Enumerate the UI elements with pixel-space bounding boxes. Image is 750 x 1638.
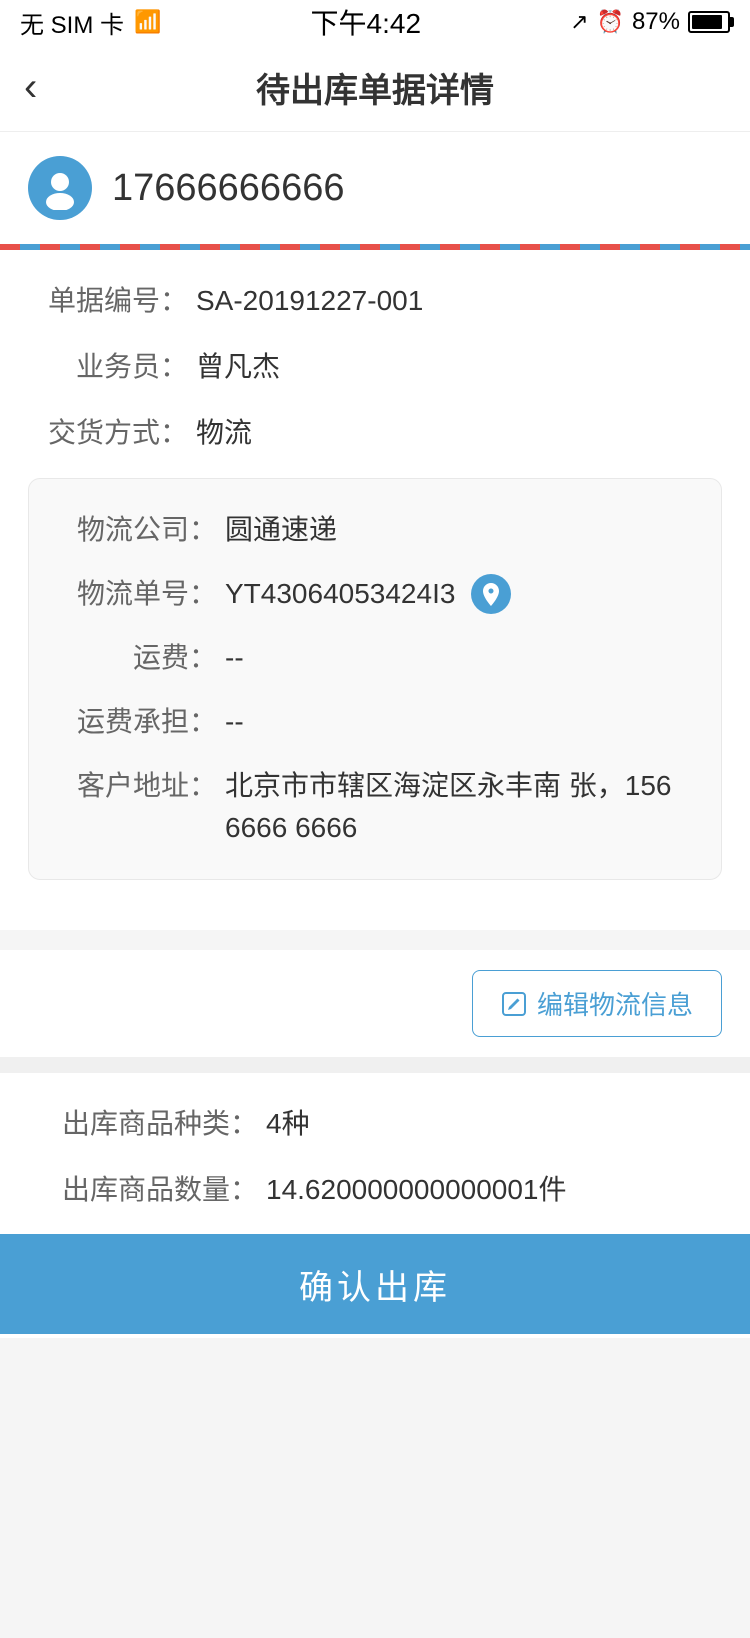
- delivery-method-row: 交货方式： 物流: [28, 412, 722, 454]
- goods-type-label: 出库商品种类：: [28, 1103, 258, 1145]
- address-value: 北京市市辖区海淀区永丰南 张，156 6666 6666: [217, 765, 693, 849]
- freight-bearer-label: 运费承担：: [57, 701, 217, 743]
- goods-quantity-label: 出库商品数量：: [28, 1169, 258, 1211]
- address-row: 客户地址： 北京市市辖区海淀区永丰南 张，156 6666 6666: [57, 765, 693, 849]
- tracking-number-row: 物流单号： YT43064053424I3: [57, 573, 693, 615]
- tracking-value: YT43064053424I3: [225, 573, 455, 615]
- carrier-text: 无 SIM 卡: [20, 5, 124, 40]
- goods-quantity-row: 出库商品数量： 14.620000000000001件: [28, 1169, 722, 1211]
- goods-type-row: 出库商品种类： 4种: [28, 1103, 722, 1145]
- user-avatar-icon: [38, 166, 82, 210]
- wifi-icon: 📶: [134, 9, 161, 35]
- basic-info-section: 单据编号： SA-20191227-001 业务员： 曾凡杰 交货方式： 物流 …: [0, 250, 750, 930]
- page-title: 待出库单据详情: [256, 63, 494, 112]
- content-area: 17666666666 单据编号： SA-20191227-001 业务员： 曾…: [0, 132, 750, 1638]
- tracking-number-label: 物流单号：: [57, 573, 217, 615]
- status-bar: 无 SIM 卡 📶 下午4:42 ↗ ⏰ 87%: [0, 0, 750, 44]
- avatar: [28, 156, 92, 220]
- logistics-card: 物流公司： 圆通速递 物流单号： YT43064053424I3: [28, 478, 722, 880]
- status-time: 下午4:42: [311, 2, 422, 42]
- goods-quantity-value: 14.620000000000001件: [258, 1169, 722, 1211]
- salesperson-value: 曾凡杰: [188, 346, 722, 388]
- customer-card: 17666666666: [0, 132, 750, 244]
- location-status-icon: ↗: [570, 9, 588, 35]
- battery-text: 87%: [632, 8, 680, 36]
- goods-section: 出库商品种类： 4种 出库商品数量： 14.620000000000001件: [0, 1073, 750, 1231]
- freight-label: 运费：: [57, 637, 217, 679]
- salesperson-row: 业务员： 曾凡杰: [28, 346, 722, 388]
- location-pin-icon[interactable]: [471, 574, 511, 614]
- doc-number-value: SA-20191227-001: [188, 280, 722, 322]
- confirm-bar[interactable]: 确认出库: [0, 1234, 750, 1334]
- battery-icon: [688, 11, 730, 33]
- doc-number-row: 单据编号： SA-20191227-001: [28, 280, 722, 322]
- delivery-method-label: 交货方式：: [28, 412, 188, 454]
- freight-value: --: [217, 637, 693, 679]
- logistics-company-row: 物流公司： 圆通速递: [57, 509, 693, 551]
- bottom-spacer: [0, 1338, 750, 1518]
- freight-bearer-value: --: [217, 701, 693, 743]
- salesperson-label: 业务员：: [28, 346, 188, 388]
- edit-icon: [501, 991, 527, 1017]
- freight-row: 运费： --: [57, 637, 693, 679]
- status-right: ↗ ⏰ 87%: [570, 8, 730, 36]
- edit-btn-row: 编辑物流信息: [0, 950, 750, 1057]
- logistics-company-value: 圆通速递: [217, 509, 693, 551]
- back-button[interactable]: ‹: [24, 65, 37, 110]
- nav-bar: ‹ 待出库单据详情: [0, 44, 750, 132]
- goods-type-value: 4种: [258, 1103, 722, 1145]
- edit-logistics-label: 编辑物流信息: [537, 985, 693, 1022]
- section-divider: [0, 1057, 750, 1073]
- customer-phone: 17666666666: [112, 167, 344, 210]
- freight-bearer-row: 运费承担： --: [57, 701, 693, 743]
- status-left: 无 SIM 卡 📶: [20, 5, 161, 40]
- doc-number-label: 单据编号：: [28, 280, 188, 322]
- confirm-button-label: 确认出库: [299, 1260, 451, 1309]
- edit-logistics-button[interactable]: 编辑物流信息: [472, 970, 722, 1037]
- tracking-number-value: YT43064053424I3: [217, 573, 693, 615]
- delivery-method-value: 物流: [188, 412, 722, 454]
- clock-icon: ⏰: [597, 9, 624, 35]
- logistics-company-label: 物流公司：: [57, 509, 217, 551]
- tracking-row: YT43064053424I3: [225, 573, 693, 615]
- address-label: 客户地址：: [57, 765, 217, 807]
